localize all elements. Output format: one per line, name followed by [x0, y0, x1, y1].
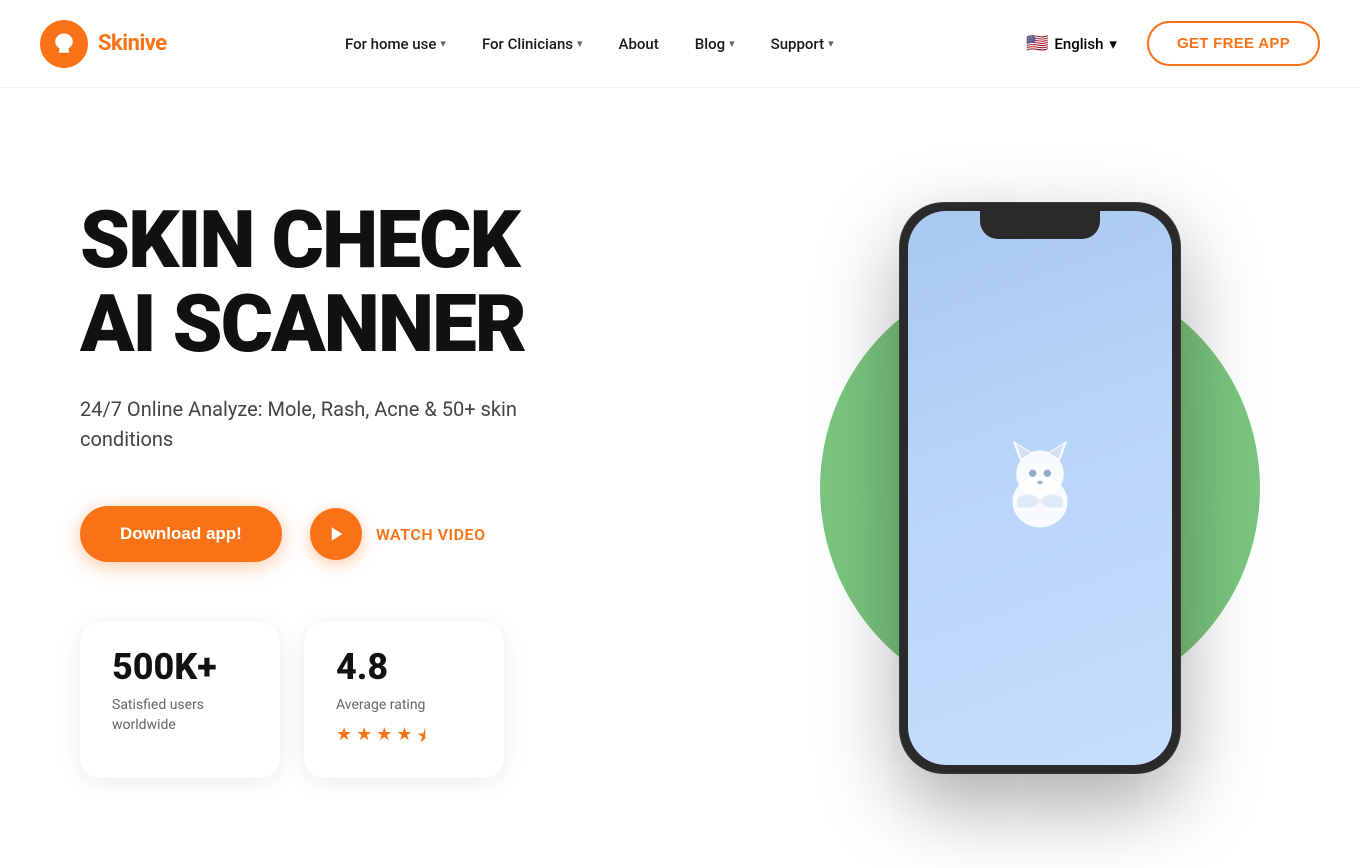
hero-left: SKIN CHECK AI SCANNER 24/7 Online Analyz…	[80, 198, 660, 778]
app-logo-svg	[985, 433, 1095, 543]
chevron-down-icon: ▾	[440, 37, 446, 50]
hero-title: SKIN CHECK AI SCANNER	[80, 198, 660, 366]
stat-number-rating: 4.8	[336, 646, 472, 688]
logo-icon	[40, 20, 88, 68]
star-rating: ★ ★ ★ ★ ⯨	[336, 724, 472, 754]
chevron-down-icon: ▾	[828, 37, 834, 50]
get-free-app-button[interactable]: GET FREE APP	[1147, 21, 1320, 66]
flag-icon: 🇺🇸	[1026, 33, 1048, 54]
nav-item-for-clinicians[interactable]: For Clinicians ▾	[466, 27, 599, 61]
star-3: ★	[376, 724, 392, 754]
nav-item-about[interactable]: About	[603, 27, 675, 61]
logo-svg	[50, 30, 78, 58]
nav-item-support[interactable]: Support ▾	[755, 27, 850, 61]
star-1: ★	[336, 724, 352, 754]
stats-section: 500K+ Satisfied users worldwide 4.8 Aver…	[80, 622, 660, 778]
star-4: ★	[396, 724, 412, 754]
play-button[interactable]	[310, 508, 362, 560]
phone-mockup	[900, 203, 1180, 773]
stat-label-users: Satisfied users worldwide	[112, 696, 248, 735]
language-selector[interactable]: 🇺🇸 English ▾	[1012, 25, 1131, 62]
stat-label-rating: Average rating	[336, 696, 472, 716]
star-2: ★	[356, 724, 372, 754]
nav-item-for-home-use[interactable]: For home use ▾	[329, 27, 462, 61]
hero-subtitle: 24/7 Online Analyze: Mole, Rash, Acne & …	[80, 394, 560, 454]
chevron-down-icon: ▾	[1109, 35, 1117, 53]
phone-screen	[908, 211, 1172, 765]
nav-links: For home use ▾ For Clinicians ▾ About Bl…	[329, 27, 850, 61]
phone-notch	[980, 211, 1100, 239]
logo[interactable]: Skinive	[40, 20, 167, 68]
hero-actions: Download app! WATCH VIDEO	[80, 506, 660, 562]
download-app-button[interactable]: Download app!	[80, 506, 282, 562]
phone-shell	[900, 203, 1180, 773]
brand-name: Skinive	[98, 31, 167, 56]
watch-video[interactable]: WATCH VIDEO	[310, 508, 486, 560]
nav-right: 🇺🇸 English ▾ GET FREE APP	[1012, 21, 1320, 66]
hero-right	[800, 148, 1280, 828]
stat-card-rating: 4.8 Average rating ★ ★ ★ ★ ⯨	[304, 622, 504, 778]
stat-card-users: 500K+ Satisfied users worldwide	[80, 622, 280, 778]
star-half: ⯨	[417, 724, 427, 754]
navbar: Skinive For home use ▾ For Clinicians ▾ …	[0, 0, 1360, 88]
language-label: English	[1054, 35, 1103, 53]
chevron-down-icon: ▾	[729, 37, 735, 50]
play-icon	[328, 525, 346, 543]
watch-video-label: WATCH VIDEO	[376, 525, 486, 544]
nav-item-blog[interactable]: Blog ▾	[679, 27, 751, 61]
chevron-down-icon: ▾	[577, 37, 583, 50]
hero-section: SKIN CHECK AI SCANNER 24/7 Online Analyz…	[0, 88, 1360, 868]
stat-number-users: 500K+	[112, 646, 248, 688]
app-screen-logo	[980, 428, 1100, 548]
